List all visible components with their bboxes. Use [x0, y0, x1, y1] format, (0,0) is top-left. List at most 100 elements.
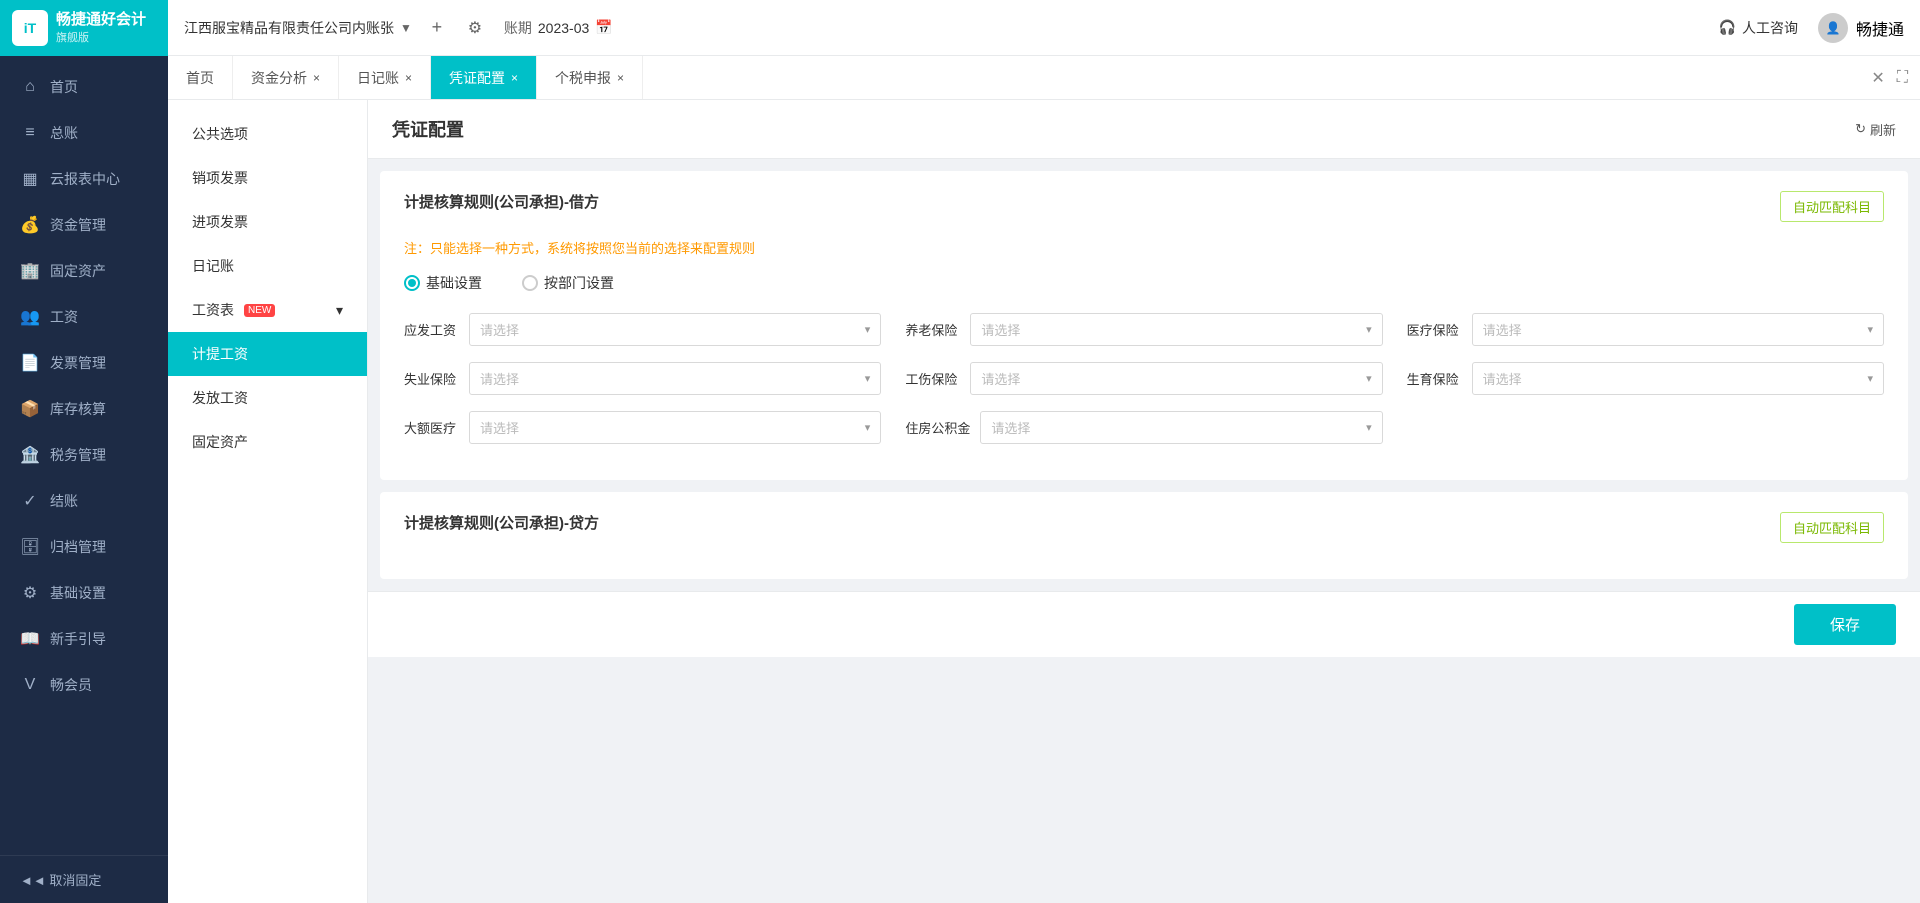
select-yiliao-baoxian[interactable]: 请选择 ▾ — [1472, 313, 1884, 346]
tab-close-icon[interactable]: × — [313, 71, 320, 85]
chevron-down-icon: ▾ — [1366, 421, 1372, 434]
nav-icon: 💰 — [20, 215, 40, 235]
nav-icon: ⌂ — [20, 78, 40, 96]
select-zhufang-gongjijin[interactable]: 请选择 ▾ — [980, 411, 1382, 444]
submenu-item-工资表[interactable]: 工资表NEW▾ — [168, 288, 367, 332]
headset-icon: 🎧 — [1719, 19, 1736, 36]
support-button[interactable]: 🎧 人工咨询 — [1719, 18, 1798, 38]
radio-department-setting[interactable]: 按部门设置 — [522, 273, 614, 293]
sidebar-item-归档管理[interactable]: 🗄归档管理 — [0, 524, 168, 570]
field-yingfa-gongzi: 应发工资 请选择 ▾ — [404, 313, 881, 346]
tab-凭证配置[interactable]: 凭证配置× — [431, 56, 537, 99]
credit-auto-match-button[interactable]: 自动匹配科目 — [1780, 512, 1884, 543]
debit-auto-match-button[interactable]: 自动匹配科目 — [1780, 191, 1884, 222]
nav-icon: ≡ — [20, 124, 40, 142]
credit-section-header: 计提核算规则(公司承担)-贷方 自动匹配科目 — [404, 512, 1884, 543]
sidebar-item-新手引导[interactable]: 📖新手引导 — [0, 616, 168, 662]
sidebar-item-资金管理[interactable]: 💰资金管理 — [0, 202, 168, 248]
submenu-item-固定资产[interactable]: 固定资产 — [168, 420, 367, 464]
app-logo-icon: iT — [12, 10, 48, 46]
debit-form-grid: 应发工资 请选择 ▾ 养老保险 请选择 ▾ 医疗 — [404, 313, 1884, 444]
close-icon[interactable]: ✕ — [1871, 68, 1884, 88]
tab-日记账[interactable]: 日记账× — [339, 56, 431, 99]
page-content: 凭证配置 ↻ 刷新 计提核算规则(公司承担)-借方 自动匹配科目 注：只能选择一… — [368, 100, 1920, 903]
debit-section: 计提核算规则(公司承担)-借方 自动匹配科目 注：只能选择一种方式，系统将按照您… — [380, 171, 1908, 480]
submenu-item-销项发票[interactable]: 销项发票 — [168, 156, 367, 200]
sidebar-item-结账[interactable]: ✓结账 — [0, 478, 168, 524]
submenu-item-发放工资[interactable]: 发放工资 — [168, 376, 367, 420]
submenu-item-日记账[interactable]: 日记账 — [168, 244, 367, 288]
tab-close-icon[interactable]: × — [405, 71, 412, 85]
company-selector[interactable]: 江西服宝精品有限责任公司内账张 ▼ — [184, 18, 412, 38]
submenu-item-公共选项[interactable]: 公共选项 — [168, 112, 367, 156]
select-gongshang-baoxian[interactable]: 请选择 ▾ — [970, 362, 1382, 395]
user-area[interactable]: 👤 畅捷通 — [1818, 13, 1904, 43]
tab-资金分析[interactable]: 资金分析× — [233, 56, 339, 99]
nav-icon: 👥 — [20, 307, 40, 327]
settings-icon[interactable]: ⚙ — [462, 15, 488, 41]
page-title: 凭证配置 — [392, 116, 464, 142]
chevron-down-icon: ▾ — [865, 421, 871, 434]
nav-icon: ⚙ — [20, 583, 40, 603]
save-area: 保存 — [368, 591, 1920, 657]
sidebar-item-基础设置[interactable]: ⚙基础设置 — [0, 570, 168, 616]
tabs-bar: 首页资金分析×日记账×凭证配置×个税申报× ✕ ⛶ — [168, 56, 1920, 100]
chevron-down-icon: ▾ — [1867, 323, 1873, 336]
credit-section-title: 计提核算规则(公司承担)-贷方 — [404, 512, 599, 533]
sidebar-item-总账[interactable]: ≡总账 — [0, 110, 168, 156]
refresh-icon: ↻ — [1855, 121, 1866, 137]
tabs-actions: ✕ ⛶ — [1859, 56, 1920, 99]
select-yingfa-gongzi[interactable]: 请选择 ▾ — [469, 313, 881, 346]
add-button[interactable]: + — [424, 15, 450, 41]
nav-icon: 📖 — [20, 629, 40, 649]
nav-icon: 🏢 — [20, 261, 40, 281]
field-gongshang-baoxian: 工伤保险 请选择 ▾ — [905, 362, 1382, 395]
sidebar-item-云报表中心[interactable]: ▦云报表中心 — [0, 156, 168, 202]
main-area: 江西服宝精品有限责任公司内账张 ▼ + ⚙ 账期 2023-03 📅 🎧 人工咨… — [168, 0, 1920, 903]
period-value: 2023-03 — [538, 20, 589, 36]
nav-icon: ▦ — [20, 169, 40, 189]
debit-section-title: 计提核算规则(公司承担)-借方 — [404, 191, 599, 212]
period-label: 账期 — [504, 18, 532, 38]
field-zhufang-gongjijin: 住房公积金 请选择 ▾ — [905, 411, 1382, 444]
nav-icon: 📦 — [20, 399, 40, 419]
debit-section-note: 注：只能选择一种方式，系统将按照您当前的选择来配置规则 — [404, 238, 1884, 257]
sidebar-item-固定资产[interactable]: 🏢固定资产 — [0, 248, 168, 294]
tab-个税申报[interactable]: 个税申报× — [537, 56, 643, 99]
company-name: 江西服宝精品有限责任公司内账张 — [184, 18, 394, 38]
select-shengyu-baoxian[interactable]: 请选择 ▾ — [1472, 362, 1884, 395]
refresh-button[interactable]: ↻ 刷新 — [1855, 120, 1896, 139]
submenu-item-计提工资[interactable]: 计提工资 — [168, 332, 367, 376]
tab-close-icon[interactable]: × — [617, 71, 624, 85]
radio-dept-unchecked — [522, 275, 538, 291]
nav-icon: V — [20, 676, 40, 694]
sidebar-item-畅会员[interactable]: V畅会员 — [0, 662, 168, 708]
tab-首页[interactable]: 首页 — [168, 56, 233, 99]
sidebar-item-税务管理[interactable]: 🏦税务管理 — [0, 432, 168, 478]
select-daer-yiliao[interactable]: 请选择 ▾ — [469, 411, 881, 444]
period-selector: 账期 2023-03 📅 — [504, 18, 613, 38]
select-shiye-baoxian[interactable]: 请选择 ▾ — [469, 362, 881, 395]
chevron-down-icon: ▾ — [865, 372, 871, 385]
sidebar-item-工资[interactable]: 👥工资 — [0, 294, 168, 340]
chevron-down-icon: ▾ — [865, 323, 871, 336]
submenu-item-进项发票[interactable]: 进项发票 — [168, 200, 367, 244]
nav-icon: 📄 — [20, 353, 40, 373]
nav-icon: ✓ — [20, 491, 40, 511]
sidebar-unpin-button[interactable]: ◄◄ 取消固定 — [0, 855, 168, 903]
sidebar-item-发票管理[interactable]: 📄发票管理 — [0, 340, 168, 386]
expand-icon[interactable]: ⛶ — [1897, 69, 1908, 87]
sidebar-item-首页[interactable]: ⌂首页 — [0, 64, 168, 110]
save-button[interactable]: 保存 — [1794, 604, 1896, 645]
radio-basic-checked — [404, 275, 420, 291]
field-shiye-baoxian: 失业保险 请选择 ▾ — [404, 362, 881, 395]
debit-radio-group: 基础设置 按部门设置 — [404, 273, 1884, 293]
radio-basic-setting[interactable]: 基础设置 — [404, 273, 482, 293]
tab-close-icon[interactable]: × — [511, 71, 518, 85]
sidebar-item-库存核算[interactable]: 📦库存核算 — [0, 386, 168, 432]
sidebar: iT 畅捷通好会计 旗舰版 ⌂首页≡总账▦云报表中心💰资金管理🏢固定资产👥工资📄… — [0, 0, 168, 903]
nav-icon: 🗄 — [20, 537, 40, 557]
select-yanglao-baoxian[interactable]: 请选择 ▾ — [970, 313, 1382, 346]
field-yanglao-baoxian: 养老保险 请选择 ▾ — [905, 313, 1382, 346]
calendar-icon[interactable]: 📅 — [595, 19, 612, 36]
